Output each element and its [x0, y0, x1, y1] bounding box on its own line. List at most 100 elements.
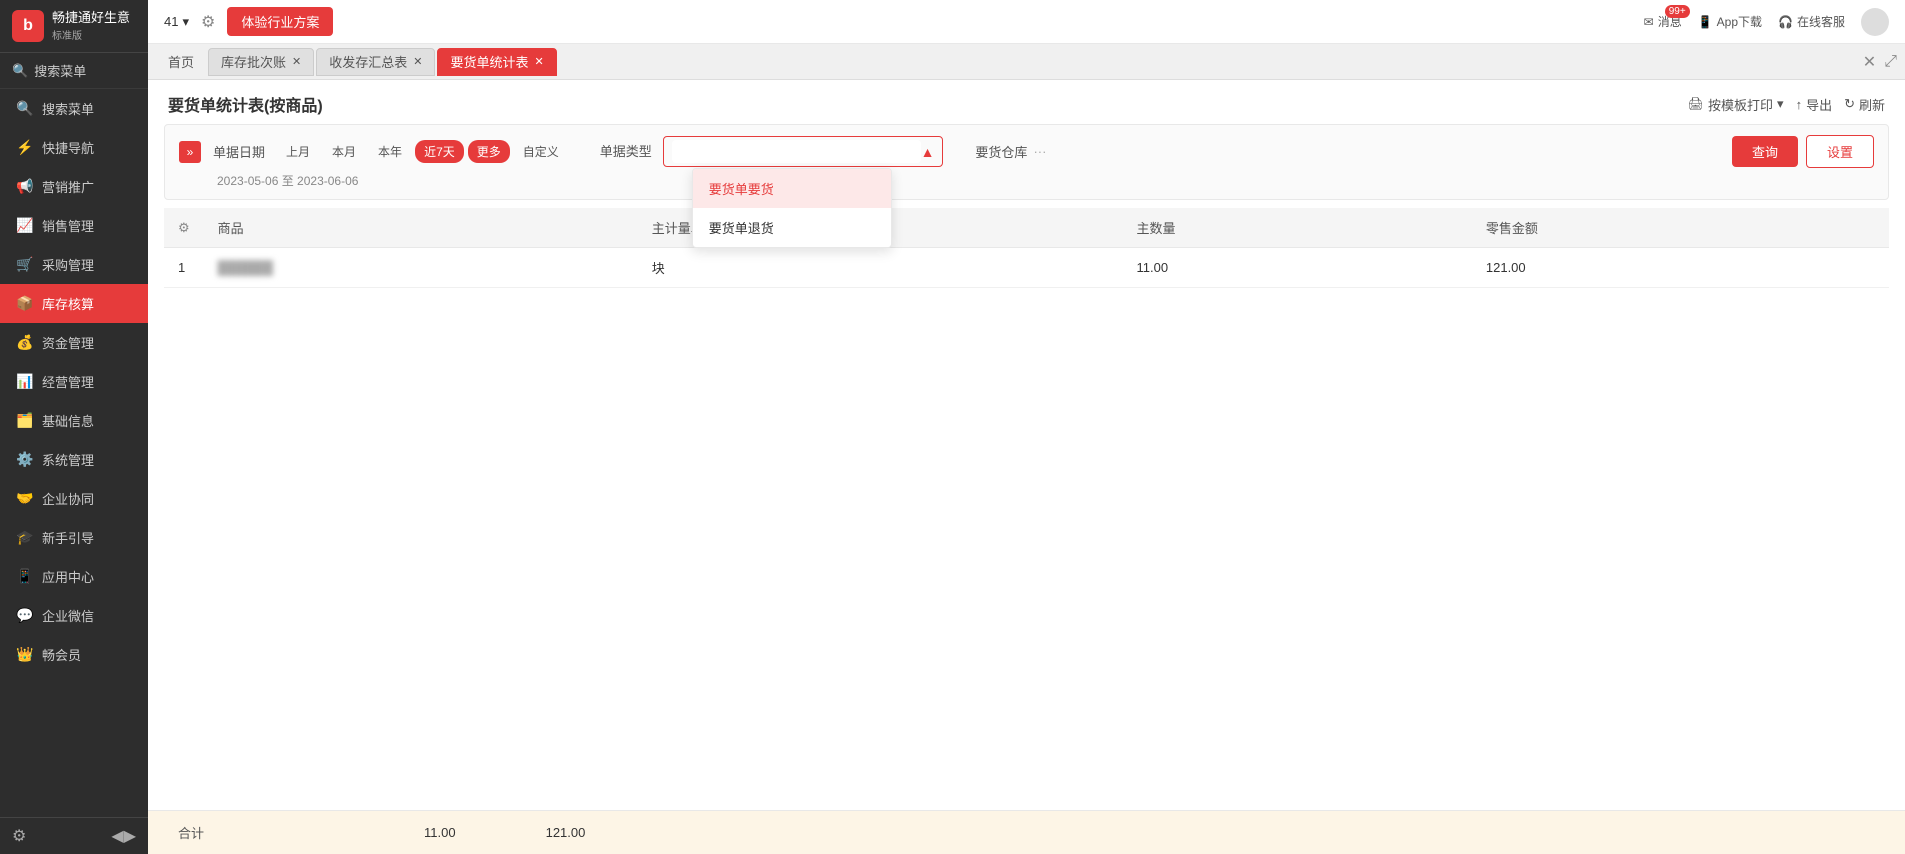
messages-badge: 99+: [1665, 5, 1690, 18]
sidebar-item-finance[interactable]: 💰 资金管理: [0, 323, 148, 362]
tab-receivable[interactable]: 收发存汇总表✕: [316, 48, 435, 76]
tabbar: 首页库存批次账✕收发存汇总表✕ 要货单统计表 ✕ ✕ ⤢: [148, 44, 1905, 80]
sidebar-item-label-wechat: 企业微信: [42, 606, 94, 625]
sidebar-logo: b 畅捷通好生意 标准版: [0, 0, 148, 53]
date-btn-last-month[interactable]: 上月: [277, 139, 319, 164]
collapse-icon[interactable]: ◀▶: [111, 826, 136, 846]
total-quantity: 11.00: [424, 825, 456, 840]
dropdown-item-requisition[interactable]: 要货单要货: [693, 169, 891, 208]
th-amount: 零售金额: [1472, 208, 1889, 248]
purchase-icon: 🛒: [16, 256, 34, 274]
sidebar-item-quicknav[interactable]: ⚡ 快捷导航: [0, 128, 148, 167]
action-buttons: 查询 设置: [1732, 135, 1874, 168]
store-selector[interactable]: 41 ▾: [164, 14, 189, 30]
tab-close-batch[interactable]: ✕: [292, 55, 301, 68]
print-btn[interactable]: 🖨 按模板打印 ▾: [1688, 95, 1784, 114]
page-header-actions: 🖨 按模板打印 ▾ ↑ 导出 ↻ 刷新: [1688, 95, 1886, 114]
sidebar-item-label-finance: 资金管理: [42, 333, 94, 352]
export-btn[interactable]: ↑ 导出: [1796, 95, 1833, 114]
warehouse-filter-more[interactable]: ···: [1033, 144, 1046, 159]
sidebar-item-wechat[interactable]: 💬 企业微信: [0, 596, 148, 635]
sidebar-item-basic[interactable]: 🗂️ 基础信息: [0, 401, 148, 440]
total-amount: 121.00: [546, 825, 586, 840]
dropdown-item-return[interactable]: 要货单退货: [693, 208, 891, 247]
page-header: 要货单统计表(按商品) 🖨 按模板打印 ▾ ↑ 导出 ↻ 刷新: [148, 80, 1905, 124]
print-arrow-icon: ▾: [1777, 96, 1784, 112]
settings-button[interactable]: 设置: [1806, 135, 1874, 168]
tab-label-requisition: 要货单统计表: [450, 52, 528, 71]
tab-close-receivable[interactable]: ✕: [413, 55, 422, 68]
tab-batch[interactable]: 库存批次账✕: [208, 48, 314, 76]
marketing-icon: 📢: [16, 178, 34, 196]
date-btn-custom[interactable]: 自定义: [514, 139, 568, 164]
print-label: 按模板打印: [1708, 95, 1773, 114]
settings-bottom-icon[interactable]: ⚙: [12, 826, 26, 846]
app-download-label: App下载: [1717, 13, 1762, 30]
sidebar-item-enterprise[interactable]: 🤝 企业协同: [0, 479, 148, 518]
sidebar-item-label-quicknav: 快捷导航: [42, 138, 94, 157]
filter-bar: » 单据日期 上月 本月 本年 近7天 更多 自定义 单据类型 ▲: [164, 124, 1889, 200]
tab-close-requisition[interactable]: ✕: [535, 55, 544, 68]
message-icon: ✉: [1644, 15, 1654, 29]
date-range-display: 2023-05-06 至 2023-06-06: [217, 172, 1874, 189]
page-title: 要货单统计表(按商品): [168, 92, 323, 116]
print-icon: 🖨: [1688, 96, 1705, 112]
column-settings-icon[interactable]: ⚙: [178, 220, 190, 235]
cell-unit-0: 块: [638, 248, 1123, 288]
refresh-btn[interactable]: ↻ 刷新: [1844, 95, 1885, 114]
sidebar-item-guide[interactable]: 🎓 新手引导: [0, 518, 148, 557]
sidebar-item-label-enterprise: 企业协同: [42, 489, 94, 508]
sidebar-bottom: ⚙ ◀▶: [0, 817, 148, 854]
trial-button[interactable]: 体验行业方案: [227, 7, 333, 36]
date-btn-this-month[interactable]: 本月: [323, 139, 365, 164]
topbar-left: 41 ▾ ⚙ 体验行业方案: [164, 7, 333, 36]
date-btn-recent7[interactable]: 近7天: [415, 140, 464, 163]
avatar[interactable]: [1861, 8, 1889, 36]
member-icon: 👑: [16, 646, 34, 664]
sidebar-item-label-purchase: 采购管理: [42, 255, 94, 274]
type-dropdown-arrow-icon[interactable]: ▲: [921, 144, 935, 160]
appstore-icon: 📱: [16, 568, 34, 586]
type-filter-input[interactable]: [672, 140, 920, 163]
sidebar-item-inventory[interactable]: 📦 库存核算: [0, 284, 148, 323]
refresh-icon: ↻: [1844, 96, 1855, 112]
sidebar-item-operation[interactable]: 📊 经营管理: [0, 362, 148, 401]
tab-home[interactable]: 首页: [156, 48, 206, 76]
query-button[interactable]: 查询: [1732, 136, 1798, 167]
sidebar-item-label-marketing: 营销推广: [42, 177, 94, 196]
operation-icon: 📊: [16, 373, 34, 391]
app-download-btn[interactable]: 📱 App下载: [1698, 13, 1762, 30]
date-btn-this-year[interactable]: 本年: [369, 139, 411, 164]
enterprise-icon: 🤝: [16, 490, 34, 508]
sidebar-item-member[interactable]: 👑 畅会员: [0, 635, 148, 674]
tab-requisition[interactable]: 要货单统计表 ✕: [437, 48, 556, 76]
download-icon: 📱: [1698, 15, 1713, 29]
sidebar-search[interactable]: 🔍 搜索菜单: [0, 53, 148, 89]
type-dropdown-menu: 要货单要货 要货单退货: [692, 168, 892, 248]
basic-icon: 🗂️: [16, 412, 34, 430]
sidebar-item-purchase[interactable]: 🛒 采购管理: [0, 245, 148, 284]
sidebar-item-marketing[interactable]: 📢 营销推广: [0, 167, 148, 206]
close-all-tabs-icon[interactable]: ✕: [1863, 52, 1876, 72]
sidebar-item-label-inventory: 库存核算: [42, 294, 94, 313]
table-footer: 合计 11.00 121.00: [148, 810, 1905, 854]
expand-tabs-icon[interactable]: ⤢: [1884, 53, 1897, 71]
date-buttons: 上月 本月 本年 近7天 更多 自定义: [277, 139, 568, 164]
messages-btn[interactable]: ✉ 消息 99+: [1644, 13, 1682, 30]
support-btn[interactable]: 🎧 在线客服: [1778, 13, 1845, 30]
sidebar-item-appstore[interactable]: 📱 应用中心: [0, 557, 148, 596]
type-filter-label: 单据类型: [600, 144, 652, 159]
date-btn-more[interactable]: 更多: [468, 140, 510, 163]
main-content: 41 ▾ ⚙ 体验行业方案 ✉ 消息 99+ 📱 App下载 🎧 在线客服: [148, 0, 1905, 854]
quicknav-icon: ⚡: [16, 139, 34, 157]
guide-icon: 🎓: [16, 529, 34, 547]
sidebar-item-search[interactable]: 🔍 搜索菜单: [0, 89, 148, 128]
sidebar-item-sales[interactable]: 📈 销售管理: [0, 206, 148, 245]
table-body: 1 ██████ 块 11.00 121.00: [164, 248, 1889, 288]
sidebar: b 畅捷通好生意 标准版 🔍 搜索菜单 🔍 搜索菜单 ⚡ 快捷导航 📢 营销推广…: [0, 0, 148, 854]
filter-expand-btn[interactable]: »: [179, 141, 201, 163]
sidebar-item-system[interactable]: ⚙️ 系统管理: [0, 440, 148, 479]
gear-icon[interactable]: ⚙: [201, 12, 215, 32]
cell-num-0: 1: [164, 248, 204, 288]
search-icon: 🔍: [12, 63, 28, 79]
